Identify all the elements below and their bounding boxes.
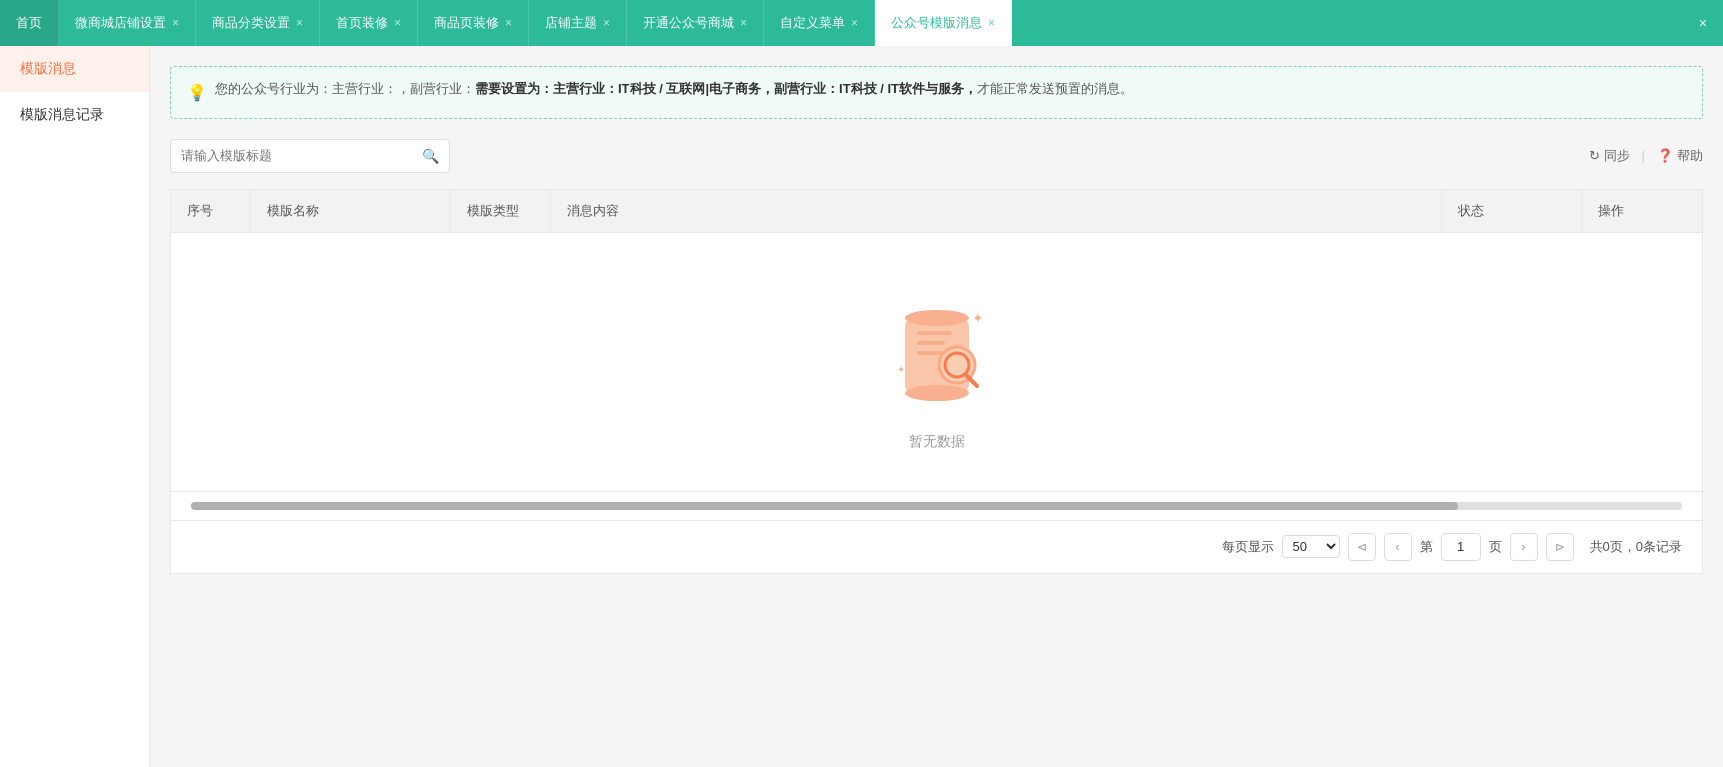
nav-tab-product-decor-label: 商品页装修	[434, 14, 499, 32]
svg-point-3	[905, 385, 969, 401]
nav-tab-template-msg-label: 公众号模版消息	[891, 14, 982, 32]
page-last-button[interactable]: ⊳	[1546, 533, 1574, 561]
empty-text: 暂无数据	[909, 433, 965, 451]
svg-rect-4	[917, 331, 952, 335]
notice-text: 您的公众号行业为：主营行业：，副营行业：需要设置为：主营行业：IT科技 / 互联…	[215, 79, 1133, 100]
empty-illustration: ✦ ✦	[877, 293, 997, 413]
nav-tab-custom-menu-label: 自定义菜单	[780, 14, 845, 32]
pagination: 每页显示 50 10 20 100 ⊲ ‹ 第 页 › ⊳ 共0页，0条记录	[171, 520, 1702, 573]
th-type: 模版类型	[451, 190, 551, 232]
main-content: 💡 您的公众号行业为：主营行业：，副营行业：需要设置为：主营行业：IT科技 / …	[150, 46, 1723, 767]
search-bar: 🔍 ↻ 同步 | ❓ 帮助	[170, 139, 1703, 173]
sidebar-item-template-record[interactable]: 模版消息记录	[0, 92, 149, 138]
notice-box: 💡 您的公众号行业为：主营行业：，副营行业：需要设置为：主营行业：IT科技 / …	[170, 66, 1703, 119]
nav-tab-store-theme-label: 店铺主题	[545, 14, 597, 32]
empty-state: ✦ ✦ 暂无数据	[171, 233, 1702, 491]
help-button[interactable]: ❓ 帮助	[1657, 147, 1703, 165]
nav-tab-home-label: 首页	[16, 14, 42, 32]
th-name: 模版名称	[251, 190, 451, 232]
close-all-button[interactable]: ×	[1683, 15, 1723, 31]
th-action: 操作	[1582, 190, 1702, 232]
nav-tab-shop-settings-label: 微商城店铺设置	[75, 14, 166, 32]
nav-tab-store-theme[interactable]: 店铺主题 ×	[529, 0, 627, 46]
close-shop-settings-icon[interactable]: ×	[172, 16, 179, 30]
page-number-input[interactable]	[1441, 533, 1481, 561]
nav-tab-custom-menu[interactable]: 自定义菜单 ×	[764, 0, 875, 46]
close-open-mall-icon[interactable]: ×	[740, 16, 747, 30]
page-first-button[interactable]: ⊲	[1348, 533, 1376, 561]
notice-icon: 💡	[187, 80, 207, 106]
sync-button[interactable]: ↻ 同步	[1589, 147, 1630, 165]
help-label: 帮助	[1677, 147, 1703, 165]
layout: 模版消息 模版消息记录 💡 您的公众号行业为：主营行业：，副营行业：需要设置为：…	[0, 46, 1723, 767]
page-prev-button[interactable]: ‹	[1384, 533, 1412, 561]
notice-suffix: 才能正常发送预置的消息。	[977, 81, 1133, 96]
svg-rect-5	[917, 341, 945, 345]
svg-text:✦: ✦	[972, 310, 984, 326]
page-label: 页	[1489, 538, 1502, 556]
notice-highlight: 需要设置为：主营行业：IT科技 / 互联网|电子商务，副营行业：IT科技 / I…	[475, 81, 977, 96]
sync-icon: ↻	[1589, 148, 1600, 163]
nav-tab-homepage-decor-label: 首页装修	[336, 14, 388, 32]
svg-point-2	[905, 310, 969, 326]
nav-tab-template-msg[interactable]: 公众号模版消息 ×	[875, 0, 1012, 46]
close-product-category-icon[interactable]: ×	[296, 16, 303, 30]
nav-tab-product-category-label: 商品分类设置	[212, 14, 290, 32]
nav-tab-open-mall-label: 开通公众号商城	[643, 14, 734, 32]
nav-tab-product-category[interactable]: 商品分类设置 ×	[196, 0, 320, 46]
page-size-select[interactable]: 50 10 20 100	[1282, 535, 1340, 558]
sidebar-item-template-record-label: 模版消息记录	[20, 106, 104, 122]
nav-tab-home[interactable]: 首页	[0, 0, 59, 46]
close-template-msg-icon[interactable]: ×	[988, 16, 995, 30]
search-actions: ↻ 同步 | ❓ 帮助	[1589, 147, 1703, 165]
help-icon: ❓	[1657, 148, 1673, 163]
notice-prefix: 您的公众号行业为：主营行业：，副营行业：	[215, 81, 475, 96]
th-content: 消息内容	[551, 190, 1442, 232]
sync-label: 同步	[1604, 147, 1630, 165]
table-wrap: 序号 模版名称 模版类型 消息内容 状态 操作	[170, 189, 1703, 574]
nav-tab-homepage-decor[interactable]: 首页装修 ×	[320, 0, 418, 46]
close-custom-menu-icon[interactable]: ×	[851, 16, 858, 30]
page-di-label: 第	[1420, 538, 1433, 556]
search-icon-button[interactable]: 🔍	[422, 148, 439, 164]
sidebar: 模版消息 模版消息记录	[0, 46, 150, 767]
close-homepage-decor-icon[interactable]: ×	[394, 16, 401, 30]
table-header: 序号 模版名称 模版类型 消息内容 状态 操作	[171, 190, 1702, 233]
close-product-decor-icon[interactable]: ×	[505, 16, 512, 30]
actions-divider: |	[1642, 148, 1645, 163]
page-size-label: 每页显示	[1222, 538, 1274, 556]
page-next-button[interactable]: ›	[1510, 533, 1538, 561]
scrollbar-row	[171, 491, 1702, 520]
nav-tab-open-mall[interactable]: 开通公众号商城 ×	[627, 0, 764, 46]
th-status: 状态	[1442, 190, 1582, 232]
sidebar-item-template-msg[interactable]: 模版消息	[0, 46, 149, 92]
top-nav: 首页 微商城店铺设置 × 商品分类设置 × 首页装修 × 商品页装修 × 店铺主…	[0, 0, 1723, 46]
scrollbar-track[interactable]	[191, 502, 1682, 510]
nav-tab-shop-settings[interactable]: 微商城店铺设置 ×	[59, 0, 196, 46]
page-total-text: 共0页，0条记录	[1590, 538, 1682, 556]
scrollbar-thumb	[191, 502, 1458, 510]
th-index: 序号	[171, 190, 251, 232]
search-input-wrap: 🔍	[170, 139, 450, 173]
close-store-theme-icon[interactable]: ×	[603, 16, 610, 30]
svg-text:✦: ✦	[897, 364, 905, 375]
nav-tab-product-decor[interactable]: 商品页装修 ×	[418, 0, 529, 46]
search-input[interactable]	[181, 148, 422, 163]
sidebar-item-template-msg-label: 模版消息	[20, 60, 76, 76]
